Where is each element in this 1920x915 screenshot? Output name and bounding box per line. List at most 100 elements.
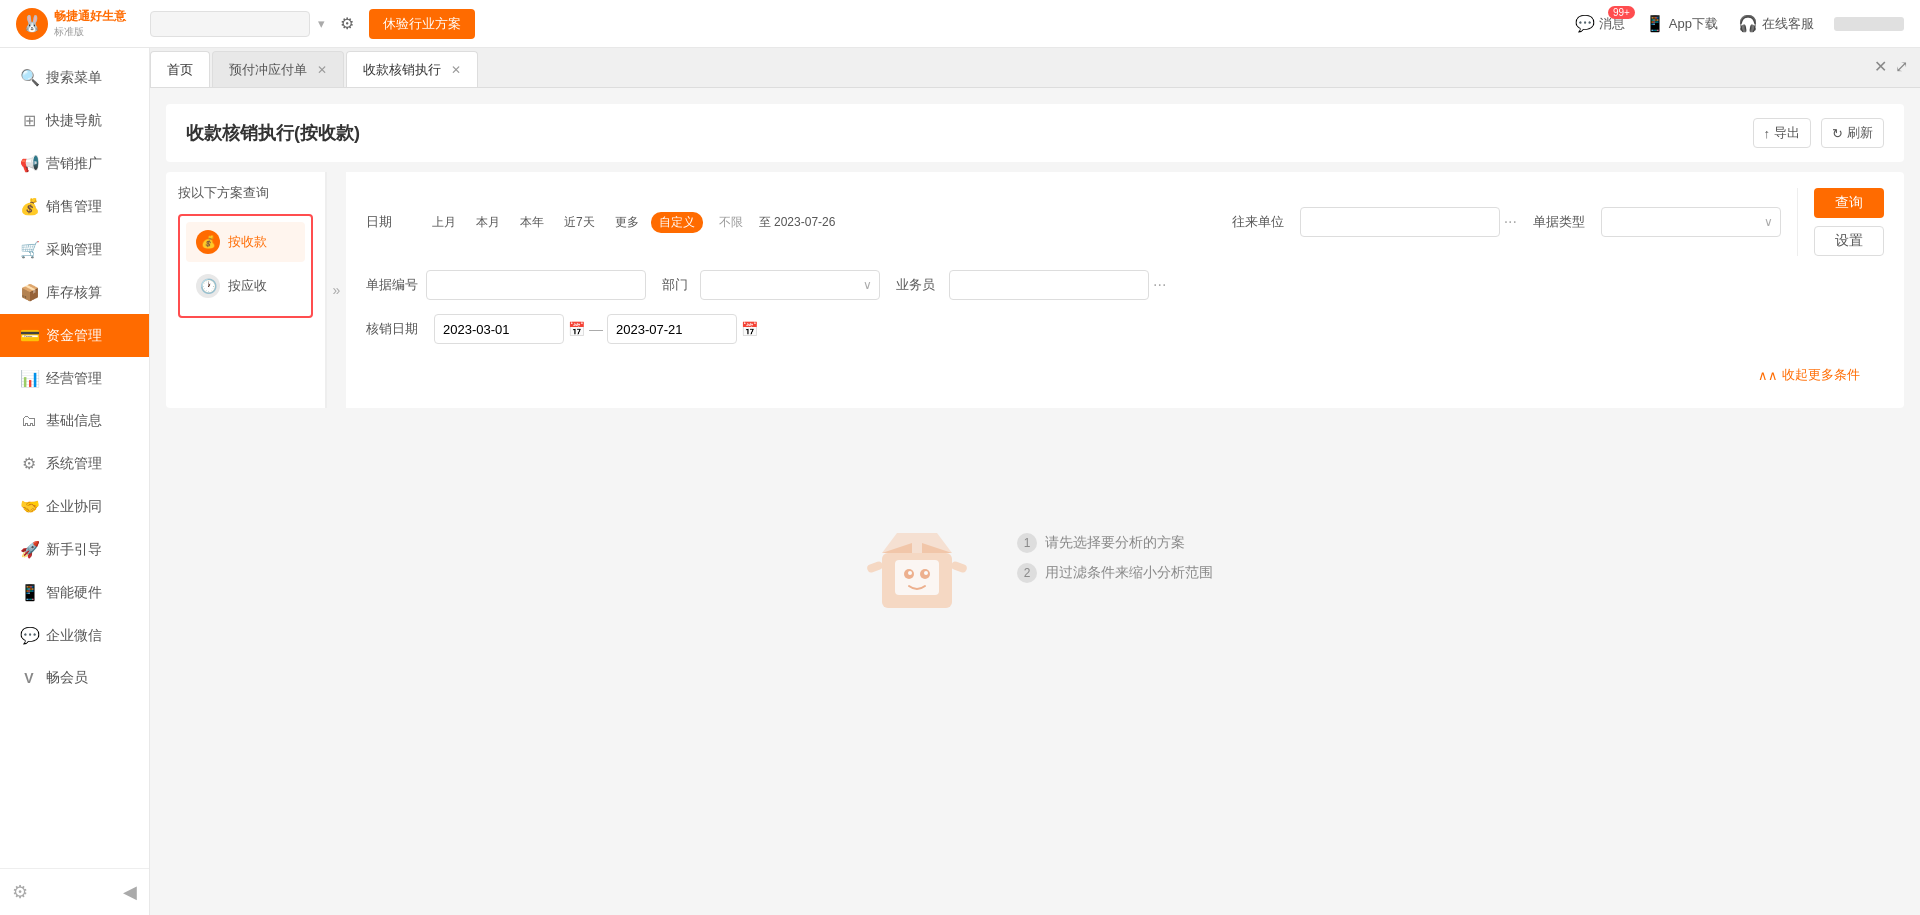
writeoff-start-input[interactable] (434, 314, 564, 344)
content-area: 首页 预付冲应付单 ✕ 收款核销执行 ✕ ✕ ⤢ 收款核销执行(按收款) (150, 48, 1920, 915)
staff-dots[interactable]: ··· (1153, 277, 1166, 293)
top-bar: 🐰 畅捷通好生意 标准版 ▾ ⚙ 休验行业方案 💬 消息 99+ 📱 App下载… (0, 0, 1920, 48)
writeoff-date-range: 📅 — 📅 (434, 314, 758, 344)
refresh-btn[interactable]: ↻ 刷新 (1821, 118, 1884, 148)
counterpart-dots[interactable]: ··· (1504, 214, 1517, 230)
filter-option-receivable[interactable]: 🕐 按应收 (186, 266, 305, 306)
collection-option-label: 按收款 (228, 233, 267, 251)
tab-prepay[interactable]: 预付冲应付单 ✕ (212, 51, 344, 87)
svg-point-4 (908, 571, 912, 575)
sidebar-item-hardware[interactable]: 📱 智能硬件 (0, 571, 149, 614)
collapse-more-btn[interactable]: ∧∧ 收起更多条件 (366, 358, 1884, 392)
sidebar-item-marketing[interactable]: 📢 营销推广 (0, 142, 149, 185)
sidebar-item-wechat[interactable]: 💬 企业微信 (0, 614, 149, 657)
receivable-option-label: 按应收 (228, 277, 267, 295)
query-btn[interactable]: 查询 (1814, 188, 1884, 218)
doc-type-form-item: 单据类型 ∨ (1533, 207, 1781, 237)
dept-form-item: 部门 ∨ (662, 270, 880, 300)
date-dash: — (589, 321, 603, 337)
main-layout: 🔍 搜索菜单 ⊞ 快捷导航 📢 营销推广 💰 销售管理 🛒 采购管理 📦 (0, 48, 1920, 915)
app-subtitle: 标准版 (54, 25, 126, 39)
tab-restore-icon[interactable]: ⤢ (1895, 56, 1908, 75)
online-service-btn[interactable]: 🎧 在线客服 (1738, 14, 1814, 33)
date-btn-last-month[interactable]: 上月 (424, 212, 464, 233)
filter-sidebar-title: 按以下方案查询 (178, 184, 313, 202)
sidebar: 🔍 搜索菜单 ⊞ 快捷导航 📢 营销推广 💰 销售管理 🛒 采购管理 📦 (0, 48, 150, 915)
sidebar-item-basic[interactable]: 🗂 基础信息 (0, 400, 149, 442)
doc-num-input[interactable] (426, 270, 646, 300)
filter-option-collection[interactable]: 💰 按收款 (186, 222, 305, 262)
doc-num-form-item: 单据编号 (366, 270, 646, 300)
sidebar-item-sales[interactable]: 💰 销售管理 (0, 185, 149, 228)
operations-icon: 📊 (20, 369, 38, 388)
sidebar-item-cooperation[interactable]: 🤝 企业协同 (0, 485, 149, 528)
tab-bar: 首页 预付冲应付单 ✕ 收款核销执行 ✕ ✕ ⤢ (150, 48, 1920, 88)
sidebar-item-member[interactable]: V 畅会员 (0, 657, 149, 699)
sidebar-nav: 🔍 搜索菜单 ⊞ 快捷导航 📢 营销推广 💰 销售管理 🛒 采购管理 📦 (0, 48, 149, 868)
message-btn[interactable]: 💬 消息 99+ (1575, 14, 1625, 33)
date-btn-this-year[interactable]: 本年 (512, 212, 552, 233)
writeoff-start-calendar-icon[interactable]: 📅 (568, 321, 585, 337)
doc-type-select[interactable] (1601, 207, 1781, 237)
dept-select[interactable] (700, 270, 880, 300)
sidebar-label-member: 畅会员 (46, 669, 88, 687)
collection-option-icon: 💰 (196, 230, 220, 254)
sidebar-item-system[interactable]: ⚙ 系统管理 (0, 442, 149, 485)
sidebar-label-hardware: 智能硬件 (46, 584, 102, 602)
staff-input[interactable] (949, 270, 1149, 300)
sidebar-collapse-icon[interactable]: ◀ (123, 881, 137, 903)
writeoff-end-calendar-icon[interactable]: 📅 (741, 321, 758, 337)
date-btn-custom[interactable]: 自定义 (651, 212, 703, 233)
empty-tip-1: 1 请先选择要分析的方案 (1017, 533, 1213, 553)
sidebar-item-operations[interactable]: 📊 经营管理 (0, 357, 149, 400)
writeoff-date-label: 核销日期 (366, 320, 426, 338)
date-not-limit-label: 不限 (719, 214, 743, 231)
form-row-2: 单据编号 部门 ∨ (366, 270, 1884, 300)
app-download-btn[interactable]: 📱 App下载 (1645, 14, 1718, 33)
doc-num-label: 单据编号 (366, 276, 418, 294)
logo-text: 畅捷通好生意 标准版 (54, 8, 126, 39)
date-btn-more[interactable]: 更多 (607, 212, 647, 233)
refresh-icon: ↻ (1832, 126, 1843, 141)
sidebar-item-purchase[interactable]: 🛒 采购管理 (0, 228, 149, 271)
tab-prepay-close[interactable]: ✕ (317, 63, 327, 77)
tab-bar-actions: ✕ ⤢ (1874, 56, 1908, 75)
tab-collection-close[interactable]: ✕ (451, 63, 461, 77)
gear-icon[interactable]: ⚙ (333, 10, 361, 38)
settings-btn[interactable]: 设置 (1814, 226, 1884, 256)
date-to-label: 至 2023-07-26 (759, 214, 836, 231)
top-search-blur (150, 11, 310, 37)
app-download-label: App下载 (1669, 15, 1718, 33)
purchase-icon: 🛒 (20, 240, 38, 259)
sidebar-item-guide[interactable]: 🚀 新手引导 (0, 528, 149, 571)
page-header-actions: ↑ 导出 ↻ 刷新 (1753, 118, 1885, 148)
date-btn-this-month[interactable]: 本月 (468, 212, 508, 233)
sidebar-label-purchase: 采购管理 (46, 241, 102, 259)
download-icon: 📱 (1645, 14, 1665, 33)
date-not-limit-item: 不限 (719, 214, 743, 231)
sidebar-item-quicknav[interactable]: ⊞ 快捷导航 (0, 99, 149, 142)
sidebar-label-inventory: 库存核算 (46, 284, 102, 302)
export-btn[interactable]: ↑ 导出 (1753, 118, 1812, 148)
finance-icon: 💳 (20, 326, 38, 345)
date-btn-7days[interactable]: 近7天 (556, 212, 603, 233)
counterpart-input[interactable] (1300, 207, 1500, 237)
writeoff-end-input[interactable] (607, 314, 737, 344)
tab-home-label: 首页 (167, 61, 193, 79)
sidebar-label-operations: 经营管理 (46, 370, 102, 388)
tab-close-all-icon[interactable]: ✕ (1874, 56, 1887, 75)
sidebar-item-inventory[interactable]: 📦 库存核算 (0, 271, 149, 314)
filter-form-container: 按以下方案查询 💰 按收款 🕐 按应收 » (166, 172, 1904, 408)
tab-home[interactable]: 首页 (150, 51, 210, 87)
sidebar-settings-icon[interactable]: ⚙ (12, 881, 28, 903)
form-row-3: 核销日期 📅 — 📅 (366, 314, 1884, 344)
sidebar-item-search[interactable]: 🔍 搜索菜单 (0, 56, 149, 99)
top-dropdown-icon[interactable]: ▾ (318, 16, 325, 31)
collapse-sidebar-btn[interactable]: » (326, 172, 346, 408)
industry-btn[interactable]: 休验行业方案 (369, 9, 475, 39)
hardware-icon: 📱 (20, 583, 38, 602)
sidebar-item-finance[interactable]: 💳 资金管理 (0, 314, 149, 357)
username-blur (1834, 17, 1904, 31)
tab-collection[interactable]: 收款核销执行 ✕ (346, 51, 478, 87)
counterpart-label: 往来单位 (1232, 213, 1292, 231)
